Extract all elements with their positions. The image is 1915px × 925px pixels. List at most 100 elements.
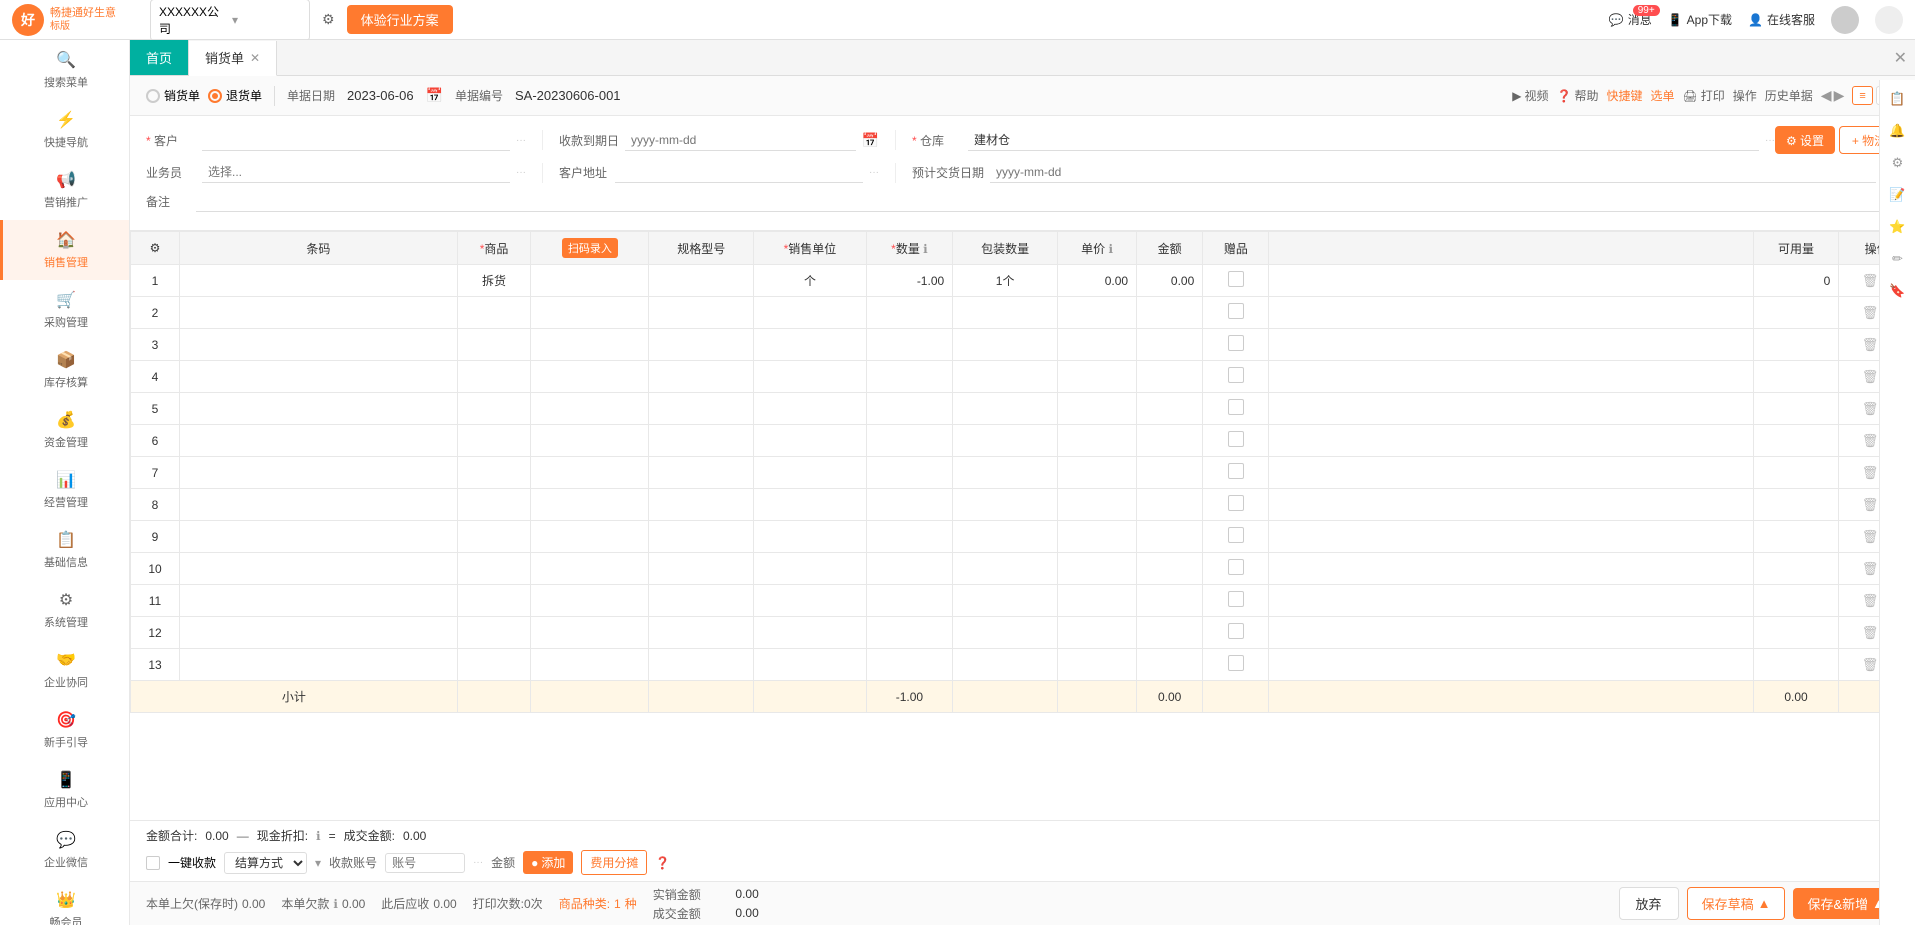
cell-qty-5[interactable] (866, 425, 952, 457)
delete-icon-4[interactable]: 🗑 (1862, 401, 1879, 417)
cell-unit-6[interactable] (754, 457, 866, 489)
cell-spec-10[interactable] (649, 585, 754, 617)
sidebar-item-marketing[interactable]: 📢 营销推广 (0, 160, 129, 220)
cell-barcode-5[interactable] (180, 425, 458, 457)
cell-spec-11[interactable] (649, 617, 754, 649)
cell-gift-9[interactable] (1203, 553, 1269, 585)
cell-spec-0[interactable] (649, 265, 754, 297)
avatar[interactable] (1831, 6, 1859, 34)
note-input[interactable] (196, 191, 1899, 212)
cell-product-6[interactable] (457, 457, 531, 489)
cell-spec-2[interactable] (649, 329, 754, 361)
cell-unit-11[interactable] (754, 617, 866, 649)
cell-gift-8[interactable] (1203, 521, 1269, 553)
select-btn[interactable]: 选单 (1651, 87, 1675, 104)
cell-product-12[interactable] (457, 649, 531, 681)
sidebar-item-app-center[interactable]: 📱 应用中心 (0, 760, 129, 820)
salesperson-input[interactable] (202, 162, 510, 183)
cell-barcode-6[interactable] (180, 457, 458, 489)
cell-gift-4[interactable] (1203, 393, 1269, 425)
cell-gift-2[interactable] (1203, 329, 1269, 361)
next-arrow[interactable]: ▶ (1834, 87, 1845, 104)
cell-product-11[interactable] (457, 617, 531, 649)
cell-unit-0[interactable]: 个 (754, 265, 866, 297)
cell-product-2[interactable] (457, 329, 531, 361)
cell-price-7[interactable] (1058, 489, 1137, 521)
cell-price-10[interactable] (1058, 585, 1137, 617)
cell-qty-8[interactable] (866, 521, 952, 553)
tab-sales[interactable]: 销货单 ✕ (189, 41, 277, 76)
print-btn[interactable]: 🖨 打印 (1683, 87, 1725, 104)
one-click-checkbox[interactable] (146, 856, 160, 870)
cell-spec-5[interactable] (649, 425, 754, 457)
shortcut-btn[interactable]: 快捷键 (1606, 87, 1642, 104)
cell-gift-0[interactable] (1203, 265, 1269, 297)
cell-qty-0[interactable]: -1.00 (866, 265, 952, 297)
cell-product-5[interactable] (457, 425, 531, 457)
cell-barcode-12[interactable] (180, 649, 458, 681)
prev-arrow[interactable]: ◀ (1821, 87, 1832, 104)
sidebar-item-inventory[interactable]: 📦 库存核算 (0, 340, 129, 400)
delete-icon-7[interactable]: 🗑 (1862, 497, 1879, 513)
delete-icon-12[interactable]: 🗑 (1862, 657, 1879, 673)
cell-unit-4[interactable] (754, 393, 866, 425)
delete-icon-1[interactable]: 🗑 (1862, 305, 1879, 321)
cell-price-3[interactable] (1058, 361, 1137, 393)
cell-qty-7[interactable] (866, 489, 952, 521)
cell-qty-3[interactable] (866, 361, 952, 393)
customer-more-icon[interactable]: ··· (516, 135, 526, 146)
warehouse-input[interactable] (968, 130, 1759, 151)
cell-barcode-11[interactable] (180, 617, 458, 649)
right-panel-item-4[interactable]: 📝 (1883, 180, 1913, 210)
sidebar-item-sales[interactable]: 🏠 销售管理 (0, 220, 129, 280)
discard-button[interactable]: 放弃 (1619, 887, 1679, 920)
cell-barcode-3[interactable] (180, 361, 458, 393)
radio-sales-order[interactable]: 销货单 (146, 87, 200, 104)
cell-gift-3[interactable] (1203, 361, 1269, 393)
delete-icon-6[interactable]: 🗑 (1862, 465, 1879, 481)
cell-spec-3[interactable] (649, 361, 754, 393)
cell-barcode-4[interactable] (180, 393, 458, 425)
addr-more-icon[interactable]: ··· (869, 167, 879, 178)
cell-gift-12[interactable] (1203, 649, 1269, 681)
delete-icon-2[interactable]: 🗑 (1862, 337, 1879, 353)
cell-price-0[interactable]: 0.00 (1058, 265, 1137, 297)
th-scan[interactable]: 扫码录入 (531, 232, 649, 265)
online-service-item[interactable]: 👤 在线客服 (1748, 11, 1815, 28)
cell-barcode-2[interactable] (180, 329, 458, 361)
cell-product-7[interactable] (457, 489, 531, 521)
expected-date-input[interactable] (990, 162, 1876, 183)
cell-gift-7[interactable] (1203, 489, 1269, 521)
cell-price-8[interactable] (1058, 521, 1137, 553)
cell-spec-1[interactable] (649, 297, 754, 329)
cell-price-5[interactable] (1058, 425, 1137, 457)
list-view-btn[interactable]: ≡ (1852, 86, 1872, 105)
cell-unit-5[interactable] (754, 425, 866, 457)
tab-home[interactable]: 首页 (130, 40, 189, 75)
settings-icon[interactable]: ⚙ (318, 7, 339, 32)
cell-unit-7[interactable] (754, 489, 866, 521)
window-close-icon[interactable]: ✕ (1894, 48, 1907, 68)
cell-gift-11[interactable] (1203, 617, 1269, 649)
cell-unit-10[interactable] (754, 585, 866, 617)
cell-unit-2[interactable] (754, 329, 866, 361)
delete-icon-10[interactable]: 🗑 (1862, 593, 1879, 609)
expense-info-icon[interactable]: ❓ (655, 856, 670, 870)
cell-unit-9[interactable] (754, 553, 866, 585)
cell-unit-8[interactable] (754, 521, 866, 553)
cell-price-6[interactable] (1058, 457, 1137, 489)
company-selector[interactable]: XXXXXX公司 ▾ (150, 0, 310, 41)
account-input[interactable] (385, 853, 465, 873)
cell-price-2[interactable] (1058, 329, 1137, 361)
sidebar-item-operation[interactable]: 📊 经营管理 (0, 460, 129, 520)
cell-product-1[interactable] (457, 297, 531, 329)
cell-qty-9[interactable] (866, 553, 952, 585)
right-panel-item-7[interactable]: 🔖 (1883, 276, 1913, 306)
cell-spec-6[interactable] (649, 457, 754, 489)
due-date-input[interactable] (625, 130, 856, 151)
right-panel-item-3[interactable]: ⚙ (1883, 148, 1913, 178)
avatar-2[interactable] (1875, 6, 1903, 34)
delete-icon-5[interactable]: 🗑 (1862, 433, 1879, 449)
right-panel-item-5[interactable]: ⭐ (1883, 212, 1913, 242)
settlement-select[interactable]: 结算方式 (224, 852, 307, 874)
